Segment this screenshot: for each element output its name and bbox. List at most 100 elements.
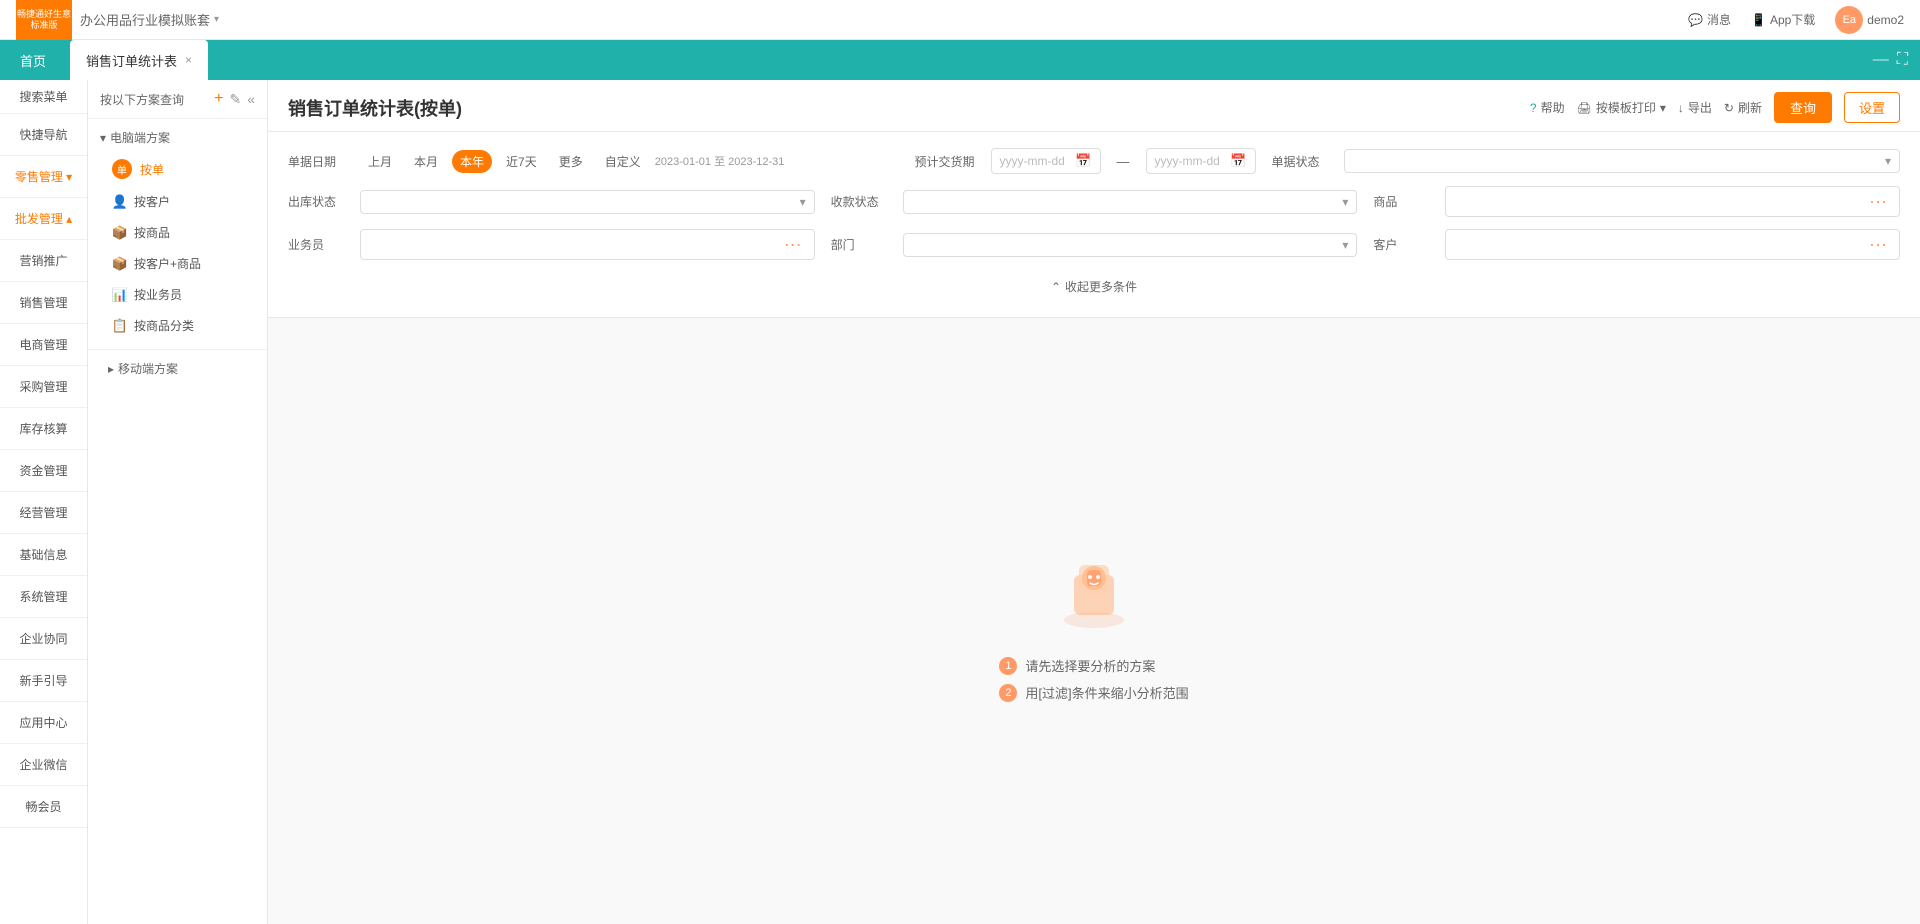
hint-num-1: 1 <box>999 657 1017 675</box>
maximize-btn[interactable]: ⛶ <box>1897 51 1908 69</box>
scheme-collapse-btn[interactable]: « <box>247 91 255 107</box>
scheme-mobile-group-title[interactable]: ▸ 移动端方案 <box>88 354 267 383</box>
shipment-arrow: ▾ <box>800 195 806 209</box>
scheme-item-by-customer-goods[interactable]: 📦 按客户+商品 <box>88 248 267 279</box>
tab-home[interactable]: 首页 <box>0 40 66 80</box>
sidebar-search[interactable]: 搜索菜单 <box>0 80 87 114</box>
minimize-btn[interactable]: — <box>1873 51 1889 69</box>
sidebar-item-ecommerce[interactable]: 电商管理 <box>0 324 87 366</box>
sidebar-item-newuser[interactable]: 新手引导 <box>0 660 87 702</box>
filter-row-2: 出库状态 ▾ 收款状态 ▾ 商品 ··· <box>288 186 1900 217</box>
date-to-input[interactable]: yyyy-mm-dd 📅 <box>1146 148 1256 174</box>
scheme-item-by-customer[interactable]: 👤 按客户 <box>88 186 267 217</box>
bill-status-select[interactable]: ▾ <box>1344 149 1901 173</box>
goods-more-btn[interactable]: ··· <box>1865 191 1891 212</box>
app-download-btn[interactable]: 📱 App下载 <box>1751 11 1815 28</box>
help-btn[interactable]: ? 帮助 <box>1530 99 1565 116</box>
scheme-item-by-goods[interactable]: 📦 按商品 <box>88 217 267 248</box>
scheme-item-by-category[interactable]: 📋 按商品分类 <box>88 310 267 341</box>
download-icon: 📱 <box>1751 13 1766 27</box>
salesperson-more-btn[interactable]: ··· <box>780 234 806 255</box>
refresh-btn[interactable]: ↻ 刷新 <box>1724 99 1762 116</box>
tab-active[interactable]: 销售订单统计表 × <box>70 40 208 80</box>
department-label: 部门 <box>831 236 887 253</box>
help-label: 帮助 <box>1541 99 1565 116</box>
sidebar-item-system[interactable]: 系统管理 <box>0 576 87 618</box>
active-scheme-dot: 单 <box>112 159 132 179</box>
sidebar-item-basic-info[interactable]: 基础信息 <box>0 534 87 576</box>
export-btn[interactable]: ↓ 导出 <box>1678 99 1712 116</box>
sidebar-item-purchase[interactable]: 采购管理 <box>0 366 87 408</box>
app-selector-arrow: ▾ <box>214 14 219 25</box>
filter-row-3: 业务员 ··· 部门 ▾ 客户 ··· <box>288 229 1900 260</box>
sidebar-item-appcenter[interactable]: 应用中心 <box>0 702 87 744</box>
sidebar-item-sales[interactable]: 销售管理 <box>0 282 87 324</box>
collapse-btn[interactable]: ⌃ 收起更多条件 <box>288 272 1900 301</box>
shipment-status-select[interactable]: ▾ <box>360 190 815 214</box>
scheme-panel-title: 按以下方案查询 <box>100 91 184 108</box>
user-menu[interactable]: Ea demo2 <box>1835 6 1904 34</box>
customer-label: 客户 <box>1373 236 1429 253</box>
print-arrow: ▾ <box>1660 101 1666 115</box>
app-name: 办公用品行业模拟账套 <box>80 10 210 29</box>
scheme-item-label-3: 按客户+商品 <box>134 255 201 272</box>
salesperson-input[interactable]: ··· <box>360 229 815 260</box>
scheme-add-btn[interactable]: + <box>214 90 223 108</box>
goods-input[interactable]: ··· <box>1445 186 1900 217</box>
shortcut-this-year[interactable]: 本年 <box>452 150 492 173</box>
query-btn[interactable]: 查询 <box>1774 92 1832 123</box>
page-title: 销售订单统计表(按单) <box>288 95 462 121</box>
filter-row-1: 单据日期 上月 本月 本年 近7天 更多 自定义 2023-01-01 至 20… <box>288 148 1900 174</box>
scheme-item-label-4: 按业务员 <box>134 286 182 303</box>
scheme-icon-salesperson: 📊 <box>112 287 128 303</box>
scheme-pc-arrow: ▾ <box>100 131 106 145</box>
sidebar-item-member[interactable]: 畅会员 <box>0 786 87 828</box>
right-content: 销售订单统计表(按单) ? 帮助 🖨 按模板打印 ▾ ↓ 导出 <box>268 80 1920 924</box>
sidebar-item-inventory[interactable]: 库存核算 <box>0 408 87 450</box>
page-header: 销售订单统计表(按单) ? 帮助 🖨 按模板打印 ▾ ↓ 导出 <box>268 80 1920 132</box>
print-btn[interactable]: 🖨 按模板打印 ▾ <box>1577 99 1666 116</box>
empty-state: 1 请先选择要分析的方案 2 用[过滤]条件来缩小分析范围 <box>268 318 1920 924</box>
date-from-input[interactable]: yyyy-mm-dd 📅 <box>991 148 1101 174</box>
tabbar: 首页 销售订单统计表 × — ⛶ <box>0 40 1920 80</box>
goods-label: 商品 <box>1373 193 1429 210</box>
payment-status-select[interactable]: ▾ <box>903 190 1358 214</box>
scheme-edit-btn[interactable]: ✎ <box>229 91 241 108</box>
settings-btn[interactable]: 设置 <box>1844 92 1900 123</box>
customer-input[interactable]: ··· <box>1445 229 1900 260</box>
hint-text-2: 用[过滤]条件来缩小分析范围 <box>1025 683 1188 702</box>
filter-area: 单据日期 上月 本月 本年 近7天 更多 自定义 2023-01-01 至 20… <box>268 132 1920 318</box>
scheme-icon-cg: 📦 <box>112 256 128 272</box>
customer-more-btn[interactable]: ··· <box>1865 234 1891 255</box>
shortcut-last-month[interactable]: 上月 <box>360 150 400 173</box>
department-select[interactable]: ▾ <box>903 233 1358 257</box>
shortcut-custom[interactable]: 自定义 <box>597 150 649 173</box>
scheme-icon-goods: 📦 <box>112 225 128 241</box>
shortcut-more[interactable]: 更多 <box>551 150 591 173</box>
tab-close-btn[interactable]: × <box>185 53 192 67</box>
user-name: demo2 <box>1867 13 1904 27</box>
scheme-item-by-order[interactable]: 单 按单 <box>88 152 267 186</box>
scheme-item-by-salesperson[interactable]: 📊 按业务员 <box>88 279 267 310</box>
sidebar-item-retail[interactable]: 零售管理 ▾ <box>0 156 87 198</box>
message-btn[interactable]: 💬 消息 <box>1688 11 1731 28</box>
hint-text-1: 请先选择要分析的方案 <box>1025 656 1155 675</box>
app-selector[interactable]: 办公用品行业模拟账套 ▾ <box>80 10 219 29</box>
empty-illustration <box>1044 540 1144 640</box>
sidebar-item-quick-nav[interactable]: 快捷导航 <box>0 114 87 156</box>
shortcut-this-month[interactable]: 本月 <box>406 150 446 173</box>
sidebar-item-marketing[interactable]: 营销推广 <box>0 240 87 282</box>
scheme-pc-group-title[interactable]: ▾ 电脑端方案 <box>88 123 267 152</box>
logo[interactable]: 畅捷通好生意 标准版 <box>16 0 72 40</box>
empty-hints: 1 请先选择要分析的方案 2 用[过滤]条件来缩小分析范围 <box>999 656 1188 702</box>
sidebar-item-collab[interactable]: 企业协同 <box>0 618 87 660</box>
sidebar: 搜索菜单 快捷导航 零售管理 ▾ 批发管理 ▴ 营销推广 销售管理 电商管理 采… <box>0 80 88 924</box>
hint-num-2: 2 <box>999 684 1017 702</box>
export-label: 导出 <box>1688 99 1712 116</box>
sidebar-item-finance[interactable]: 资金管理 <box>0 450 87 492</box>
shortcut-7days[interactable]: 近7天 <box>498 150 545 173</box>
sidebar-item-wechat[interactable]: 企业微信 <box>0 744 87 786</box>
sidebar-item-wholesale[interactable]: 批发管理 ▴ <box>0 198 87 240</box>
tab-window-controls: — ⛶ <box>1873 51 1920 69</box>
sidebar-item-operation[interactable]: 经营管理 <box>0 492 87 534</box>
